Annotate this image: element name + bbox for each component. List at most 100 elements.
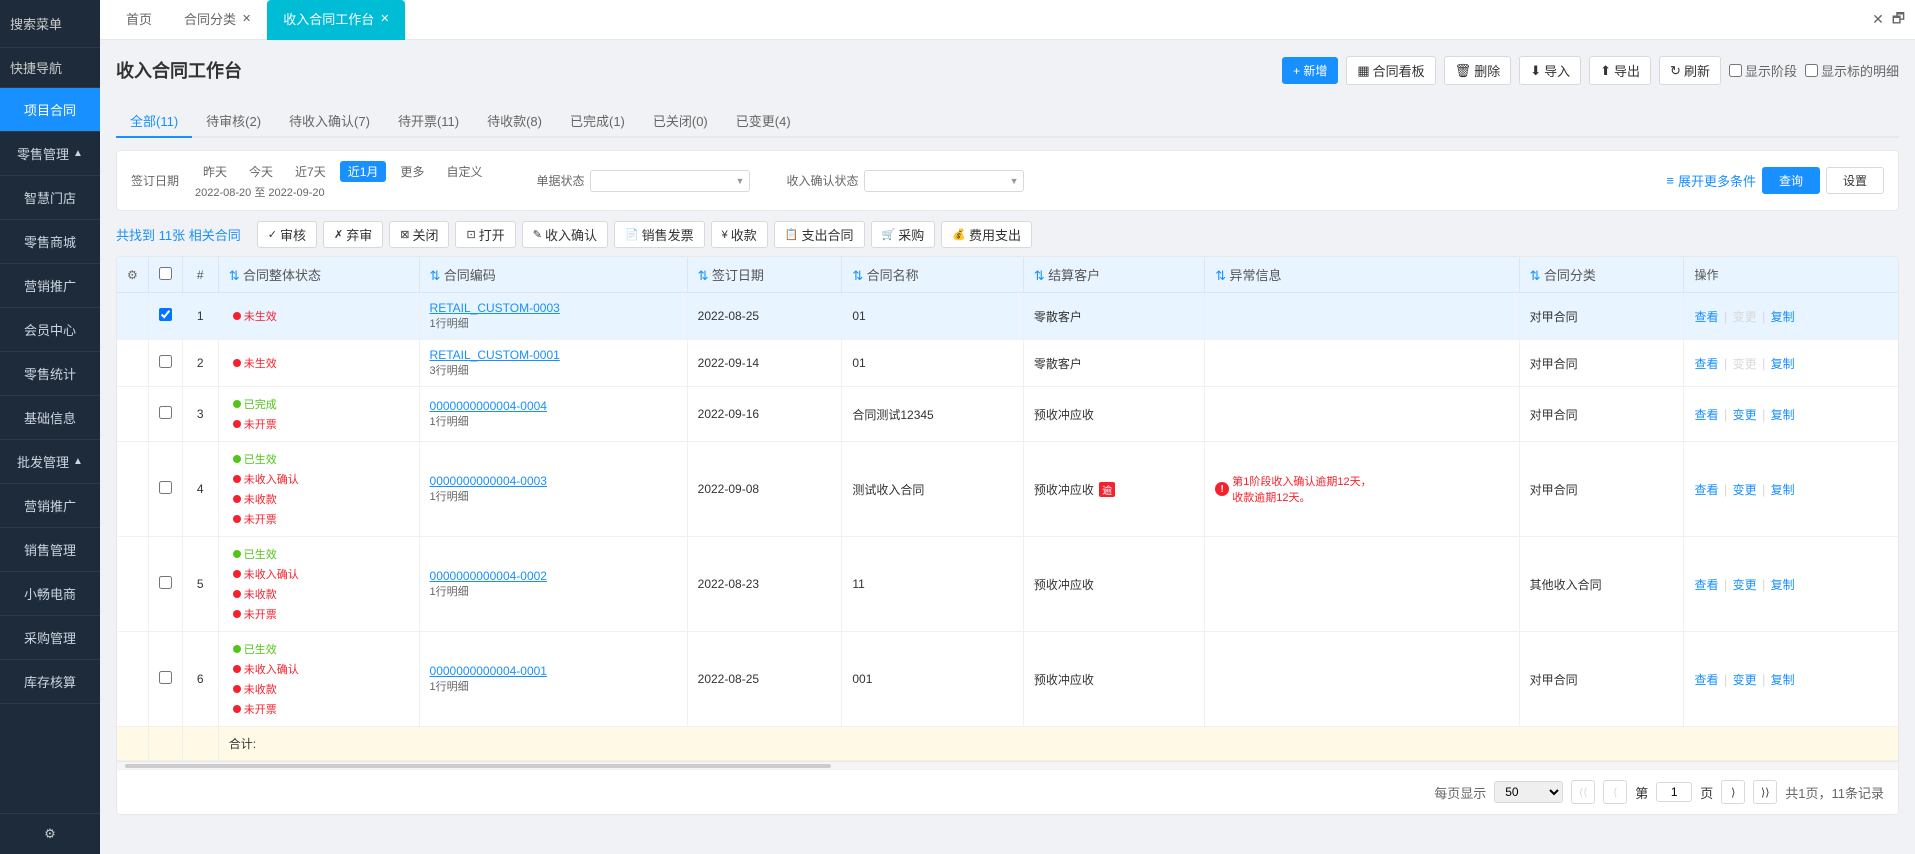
show-fields-input[interactable] — [1729, 64, 1742, 77]
row-checkbox-6[interactable] — [159, 671, 172, 684]
view-btn-4[interactable]: 查看 — [1694, 483, 1718, 497]
sub-tab-completed[interactable]: 已完成(1) — [556, 105, 639, 138]
sidebar-item-purchase-mgmt[interactable]: 采购管理 — [0, 616, 100, 660]
next-page-btn[interactable]: ⟩ — [1721, 780, 1745, 804]
view-btn-3[interactable]: 查看 — [1694, 408, 1718, 422]
filter-expand-btn[interactable]: ≡ 展开更多条件 — [1666, 167, 1756, 194]
tab-contract-cat[interactable]: 合同分类 ✕ — [168, 0, 267, 40]
td-checkbox-6[interactable] — [148, 632, 182, 727]
sub-tab-pending-invoice[interactable]: 待开票(11) — [384, 105, 473, 138]
row-checkbox-5[interactable] — [159, 576, 172, 589]
filter-date-custom[interactable]: 自定义 — [438, 161, 490, 182]
show-marks-input[interactable] — [1805, 64, 1818, 77]
page-size-select[interactable]: 50 10 20 100 — [1494, 781, 1563, 803]
horizontal-scrollbar[interactable] — [125, 764, 831, 768]
copy-btn-4[interactable]: 复制 — [1771, 483, 1795, 497]
view-btn-6[interactable]: 查看 — [1694, 673, 1718, 687]
sales-invoice-btn[interactable]: 📄 销售发票 — [614, 221, 705, 248]
sidebar-item-retail-mgmt[interactable]: 零售管理 ▲ — [0, 132, 100, 176]
change-btn-5[interactable]: 变更 — [1733, 578, 1757, 592]
purchase-btn[interactable]: 🛒 采购 — [871, 221, 936, 248]
sidebar-item-inventory[interactable]: 库存核算 — [0, 660, 100, 704]
restore-window-btn[interactable]: 🗗 — [1892, 8, 1905, 32]
filter-income-confirm-select[interactable] — [864, 170, 1024, 192]
new-button[interactable]: + 新增 — [1282, 57, 1338, 84]
sidebar-item-member[interactable]: 会员中心 — [0, 308, 100, 352]
last-page-btn[interactable]: ⟩⟩ — [1753, 780, 1777, 804]
th-settings[interactable]: ⚙ — [117, 257, 148, 293]
view-btn-2[interactable]: 查看 — [1694, 357, 1718, 371]
sidebar-item-marketing2[interactable]: 营销推广 — [0, 484, 100, 528]
select-all-checkbox[interactable] — [159, 267, 172, 280]
sub-tab-closed[interactable]: 已关闭(0) — [639, 105, 722, 138]
filter-date-more[interactable]: 更多 — [392, 161, 432, 182]
view-btn-1[interactable]: 查看 — [1694, 310, 1718, 324]
filter-date-yesterday[interactable]: 昨天 — [195, 161, 235, 182]
tab-income-workbench-close[interactable]: ✕ — [380, 12, 389, 25]
sub-tab-pending-review[interactable]: 待审核(2) — [192, 105, 275, 138]
import-button[interactable]: ⬇ 导入 — [1519, 56, 1581, 85]
sub-tab-changed[interactable]: 已变更(4) — [722, 105, 805, 138]
tab-income-workbench[interactable]: 收入合同工作台 ✕ — [267, 0, 405, 40]
view-btn-5[interactable]: 查看 — [1694, 578, 1718, 592]
copy-btn-5[interactable]: 复制 — [1771, 578, 1795, 592]
contract-code-link-2[interactable]: RETAIL_CUSTOM-0001 — [430, 348, 677, 362]
sub-tab-pending-payment[interactable]: 待收款(8) — [473, 105, 556, 138]
show-marks-checkbox[interactable]: 显示标的明细 — [1805, 61, 1899, 80]
contract-code-link-1[interactable]: RETAIL_CUSTOM-0003 — [430, 301, 677, 315]
copy-btn-1[interactable]: 复制 — [1771, 310, 1795, 324]
td-checkbox-2[interactable] — [148, 340, 182, 387]
fee-expense-btn[interactable]: 💰 费用支出 — [941, 221, 1032, 248]
abandon-review-btn[interactable]: ✗ 弃审 — [323, 221, 383, 248]
row-checkbox-4[interactable] — [159, 481, 172, 494]
income-confirm-btn[interactable]: ✎ 收入确认 — [522, 221, 608, 248]
expense-contract-btn[interactable]: 📋 支出合同 — [774, 221, 865, 248]
sidebar-item-basic-info[interactable]: 基础信息 — [0, 396, 100, 440]
filter-doc-status-select[interactable] — [590, 170, 750, 192]
close-all-tabs-btn[interactable]: ✕ — [1872, 11, 1884, 28]
sidebar-item-xiaochang[interactable]: 小畅电商 — [0, 572, 100, 616]
contract-code-link-4[interactable]: 0000000000004-0003 — [430, 474, 677, 488]
sidebar-item-project[interactable]: 项目合同 — [0, 88, 100, 132]
row-checkbox-3[interactable] — [159, 406, 172, 419]
export-button[interactable]: ⬆ 导出 — [1589, 56, 1651, 85]
filter-date-today[interactable]: 今天 — [241, 161, 281, 182]
change-btn-6[interactable]: 变更 — [1733, 673, 1757, 687]
prev-page-btn[interactable]: ⟨ — [1603, 780, 1627, 804]
page-input[interactable] — [1656, 782, 1692, 802]
close-contract-btn[interactable]: ⊠ 关闭 — [389, 221, 449, 248]
copy-btn-6[interactable]: 复制 — [1771, 673, 1795, 687]
th-checkbox[interactable] — [148, 257, 182, 293]
sidebar-item-retail-stats[interactable]: 零售统计 — [0, 352, 100, 396]
change-btn-4[interactable]: 变更 — [1733, 483, 1757, 497]
copy-btn-2[interactable]: 复制 — [1771, 357, 1795, 371]
copy-btn-3[interactable]: 复制 — [1771, 408, 1795, 422]
sidebar-settings[interactable]: ⚙ — [0, 813, 100, 854]
contract-code-link-5[interactable]: 0000000000004-0002 — [430, 569, 677, 583]
td-checkbox-4[interactable] — [148, 442, 182, 537]
payment-btn[interactable]: ¥ 收款 — [711, 221, 768, 248]
first-page-btn[interactable]: ⟨⟨ — [1571, 780, 1595, 804]
contract-panel-button[interactable]: ▦ 合同看板 — [1346, 56, 1435, 85]
sub-tab-pending-income-confirm[interactable]: 待收入确认(7) — [275, 105, 384, 138]
filter-settings-button[interactable]: 设置 — [1826, 167, 1884, 194]
query-button[interactable]: 查询 — [1762, 167, 1820, 194]
delete-button[interactable]: 🗑 删除 — [1444, 56, 1512, 85]
show-fields-checkbox[interactable]: 显示阶段 — [1729, 61, 1797, 80]
filter-date-last1m[interactable]: 近1月 — [340, 161, 387, 182]
open-contract-btn[interactable]: ⊡ 打开 — [455, 221, 515, 248]
sidebar-item-sales-mgmt[interactable]: 销售管理 — [0, 528, 100, 572]
filter-date-last7d[interactable]: 近7天 — [287, 161, 334, 182]
contract-code-link-3[interactable]: 0000000000004-0004 — [430, 399, 677, 413]
sidebar-search[interactable]: 搜索菜单 — [0, 0, 100, 48]
td-checkbox-3[interactable] — [148, 387, 182, 442]
sidebar-item-marketing[interactable]: 营销推广 — [0, 264, 100, 308]
change-btn-3[interactable]: 变更 — [1733, 408, 1757, 422]
sub-tab-all[interactable]: 全部(11) — [116, 105, 192, 138]
table-scroll[interactable]: ⚙ # ⇅ 合同整体状态 ⇅ 合同编码 — [117, 257, 1898, 761]
td-checkbox-1[interactable] — [148, 293, 182, 340]
sidebar-item-retail-mall[interactable]: 零售商城 — [0, 220, 100, 264]
sidebar-quick-nav[interactable]: 快捷导航 — [0, 48, 100, 88]
refresh-button[interactable]: ↻ 刷新 — [1659, 56, 1721, 85]
review-btn[interactable]: ✓ 审核 — [257, 221, 317, 248]
